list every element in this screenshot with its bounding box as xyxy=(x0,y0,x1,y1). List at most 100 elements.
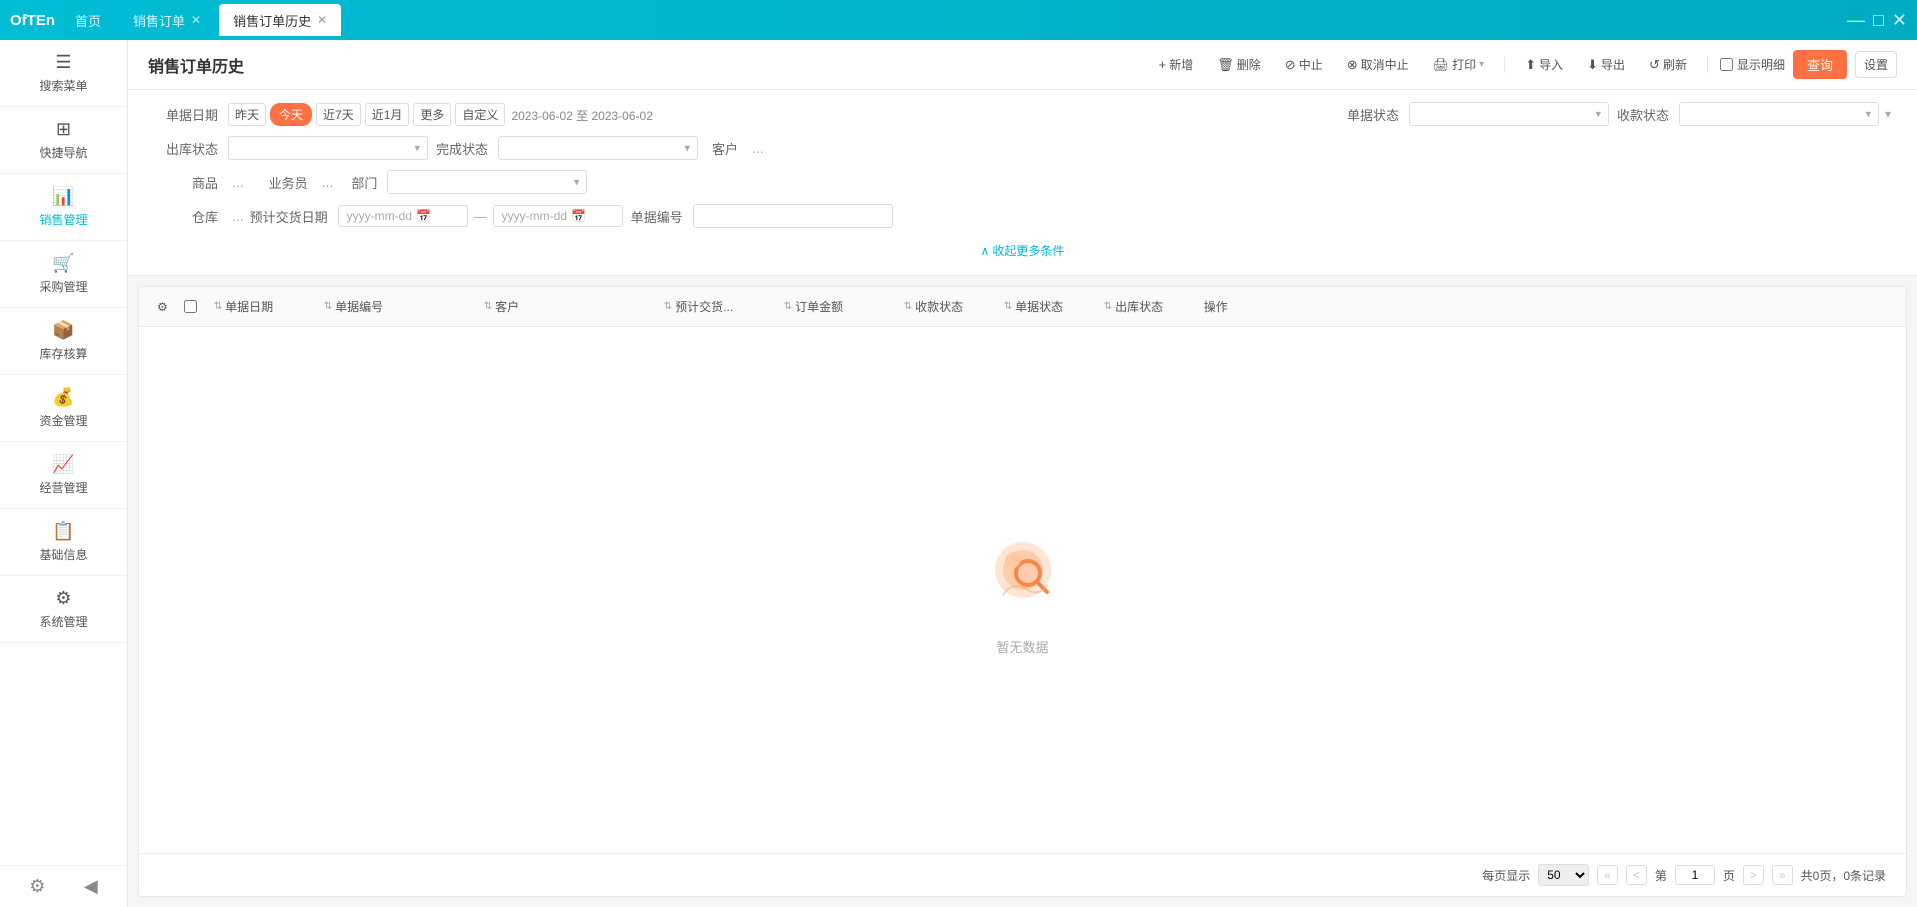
order-status-select[interactable] xyxy=(1409,102,1609,126)
table-area: ⚙ ⇅ 单据日期 ⇅ 单据编号 ⇅ 客户 ⇅ xyxy=(138,286,1907,897)
first-page-button[interactable]: « xyxy=(1597,865,1618,885)
order-status-select-wrap xyxy=(1409,102,1609,126)
content-area: 销售订单历史 + 新增 🗑 删除 ⊘ 中止 ⊗ 取消中止 xyxy=(128,40,1917,907)
delete-button[interactable]: 🗑 删除 xyxy=(1209,52,1269,77)
tab-sales-order[interactable]: 销售订单 ✕ xyxy=(119,4,215,36)
stop-label: 中止 xyxy=(1299,56,1323,73)
th-outbound-sort-icon: ⇅ xyxy=(1104,301,1112,312)
close-window-button[interactable]: ✕ xyxy=(1892,10,1907,31)
next-page-button[interactable]: > xyxy=(1743,865,1764,885)
new-label: 新增 xyxy=(1169,56,1193,73)
sidebar: ☰ 搜索菜单 ⊞ 快捷导航 📊 销售管理 🛒 采购管理 📦 库存核算 💰 资金管… xyxy=(0,40,128,907)
maximize-button[interactable]: □ xyxy=(1873,10,1884,31)
export-button[interactable]: ⬇ 导出 xyxy=(1579,52,1633,77)
purchase-icon: 🛒 xyxy=(52,253,74,274)
cancel-stop-button[interactable]: ⊗ 取消中止 xyxy=(1339,52,1417,77)
sidebar-item-basic-info[interactable]: 📋 基础信息 xyxy=(0,509,127,576)
outbound-status-select[interactable] xyxy=(228,136,428,160)
warehouse-label: 仓库 xyxy=(148,207,228,226)
tab-home[interactable]: 首页 xyxy=(61,4,115,36)
delivery-date-from[interactable]: yyyy-mm-dd 📅 xyxy=(338,205,468,227)
delivery-date-to[interactable]: yyyy-mm-dd 📅 xyxy=(493,205,623,227)
order-status-arrow: ▾ xyxy=(1879,107,1897,121)
minimize-button[interactable]: — xyxy=(1847,10,1865,31)
refresh-button[interactable]: ↺ 刷新 xyxy=(1641,52,1695,77)
display-detail-checkbox[interactable] xyxy=(1720,58,1733,71)
th-date: ⇅ 单据日期 xyxy=(206,298,316,315)
collapse-button[interactable]: ∧ 收起更多条件 xyxy=(148,238,1897,263)
toolbar-divider2 xyxy=(1707,57,1708,73)
refresh-label: 刷新 xyxy=(1663,56,1687,73)
order-no-input[interactable] xyxy=(693,204,893,228)
stop-button[interactable]: ⊘ 中止 xyxy=(1277,52,1331,77)
payment-status-select[interactable] xyxy=(1679,102,1879,126)
th-customer-sort-icon: ⇅ xyxy=(484,301,492,312)
th-checkbox xyxy=(176,300,206,313)
close-tab-sales-order-history[interactable]: ✕ xyxy=(317,13,327,27)
inventory-icon: 📦 xyxy=(52,320,74,341)
sidebar-item-purchase[interactable]: 🛒 采购管理 xyxy=(0,241,127,308)
brand-logo: OfTEn xyxy=(10,12,55,29)
close-tab-sales-order[interactable]: ✕ xyxy=(191,13,201,27)
delivery-date-label: 预计交货日期 xyxy=(248,207,338,226)
goods-label: 商品 xyxy=(148,173,228,192)
complete-status-select[interactable] xyxy=(498,136,698,160)
select-all-checkbox[interactable] xyxy=(184,300,197,313)
date-separator: — xyxy=(474,209,487,224)
sidebar-item-quick-nav[interactable]: ⊞ 快捷导航 xyxy=(0,107,127,174)
new-button[interactable]: + 新增 xyxy=(1151,52,1202,77)
customer-picker[interactable]: ... xyxy=(748,138,768,158)
page-number-input[interactable] xyxy=(1675,865,1715,885)
filter-row-1: 单据日期 昨天 今天 近7天 近1月 更多 自定义 2023-06-02 至 2… xyxy=(148,102,1897,126)
warehouse-picker[interactable]: ... xyxy=(228,206,248,226)
sidebar-collapse-icon[interactable]: ◀ xyxy=(84,876,98,897)
print-button[interactable]: 🖨 打印 ▾ xyxy=(1425,52,1493,77)
import-button[interactable]: ⬆ 导入 xyxy=(1517,52,1571,77)
date-btn-today[interactable]: 今天 xyxy=(270,103,312,126)
empty-text: 暂无数据 xyxy=(996,637,1048,656)
payment-status-select-wrap xyxy=(1679,102,1879,126)
sidebar-item-finance[interactable]: 💰 资金管理 xyxy=(0,375,127,442)
payment-status-label: 收款状态 xyxy=(1609,105,1679,124)
th-settings[interactable]: ⚙ xyxy=(149,300,176,314)
sidebar-bottom: ⚙ ◀ xyxy=(0,865,127,907)
query-button[interactable]: 查询 xyxy=(1793,50,1847,79)
prev-page-button[interactable]: < xyxy=(1626,865,1647,885)
sidebar-label-purchase: 采购管理 xyxy=(39,278,87,295)
date-btn-7days[interactable]: 近7天 xyxy=(316,103,361,126)
sidebar-item-sales[interactable]: 📊 销售管理 xyxy=(0,174,127,241)
pagination: 每页显示 20 50 100 « < 第 页 > » 共0页，0条记录 xyxy=(139,853,1906,896)
th-action-label: 操作 xyxy=(1204,298,1228,315)
order-no-label: 单据编号 xyxy=(623,207,693,226)
sidebar-item-inventory[interactable]: 📦 库存核算 xyxy=(0,308,127,375)
date-btn-more[interactable]: 更多 xyxy=(413,103,451,126)
goods-picker[interactable]: ... xyxy=(228,172,248,192)
dept-select-wrap xyxy=(387,170,587,194)
page-size-select[interactable]: 20 50 100 xyxy=(1538,864,1589,886)
date-btn-1month[interactable]: 近1月 xyxy=(365,103,410,126)
outbound-status-label: 出库状态 xyxy=(148,139,228,158)
dept-label: 部门 xyxy=(337,173,387,192)
sidebar-item-operations[interactable]: 📈 经营管理 xyxy=(0,442,127,509)
page-label: 页 xyxy=(1723,867,1735,884)
date-btn-yesterday[interactable]: 昨天 xyxy=(228,103,266,126)
salesman-picker[interactable]: ... xyxy=(318,172,338,192)
outbound-status-select-wrap xyxy=(228,136,428,160)
filter-row-3: 商品 ... 业务员 ... 部门 xyxy=(148,170,1897,194)
date-btn-custom[interactable]: 自定义 xyxy=(455,103,505,126)
sidebar-item-search[interactable]: ☰ 搜索菜单 xyxy=(0,40,127,107)
th-amount-sort-icon: ⇅ xyxy=(784,301,792,312)
filter-area: 单据日期 昨天 今天 近7天 近1月 更多 自定义 2023-06-02 至 2… xyxy=(128,90,1917,276)
operations-icon: 📈 xyxy=(52,454,74,475)
th-order-label: 单据编号 xyxy=(335,298,383,315)
th-sort-icon: ⇅ xyxy=(214,301,222,312)
sidebar-item-system[interactable]: ⚙ 系统管理 xyxy=(0,576,127,643)
last-page-button[interactable]: » xyxy=(1772,865,1793,885)
chevron-up-icon: ∧ xyxy=(981,244,990,258)
sidebar-settings-icon[interactable]: ⚙ xyxy=(29,876,45,897)
tab-sales-order-history[interactable]: 销售订单历史 ✕ xyxy=(219,4,341,36)
dept-select[interactable] xyxy=(387,170,587,194)
sidebar-label-search: 搜索菜单 xyxy=(39,77,87,94)
settings-button[interactable]: 设置 xyxy=(1855,51,1897,78)
th-delivery-label: 预计交货... xyxy=(675,298,733,315)
